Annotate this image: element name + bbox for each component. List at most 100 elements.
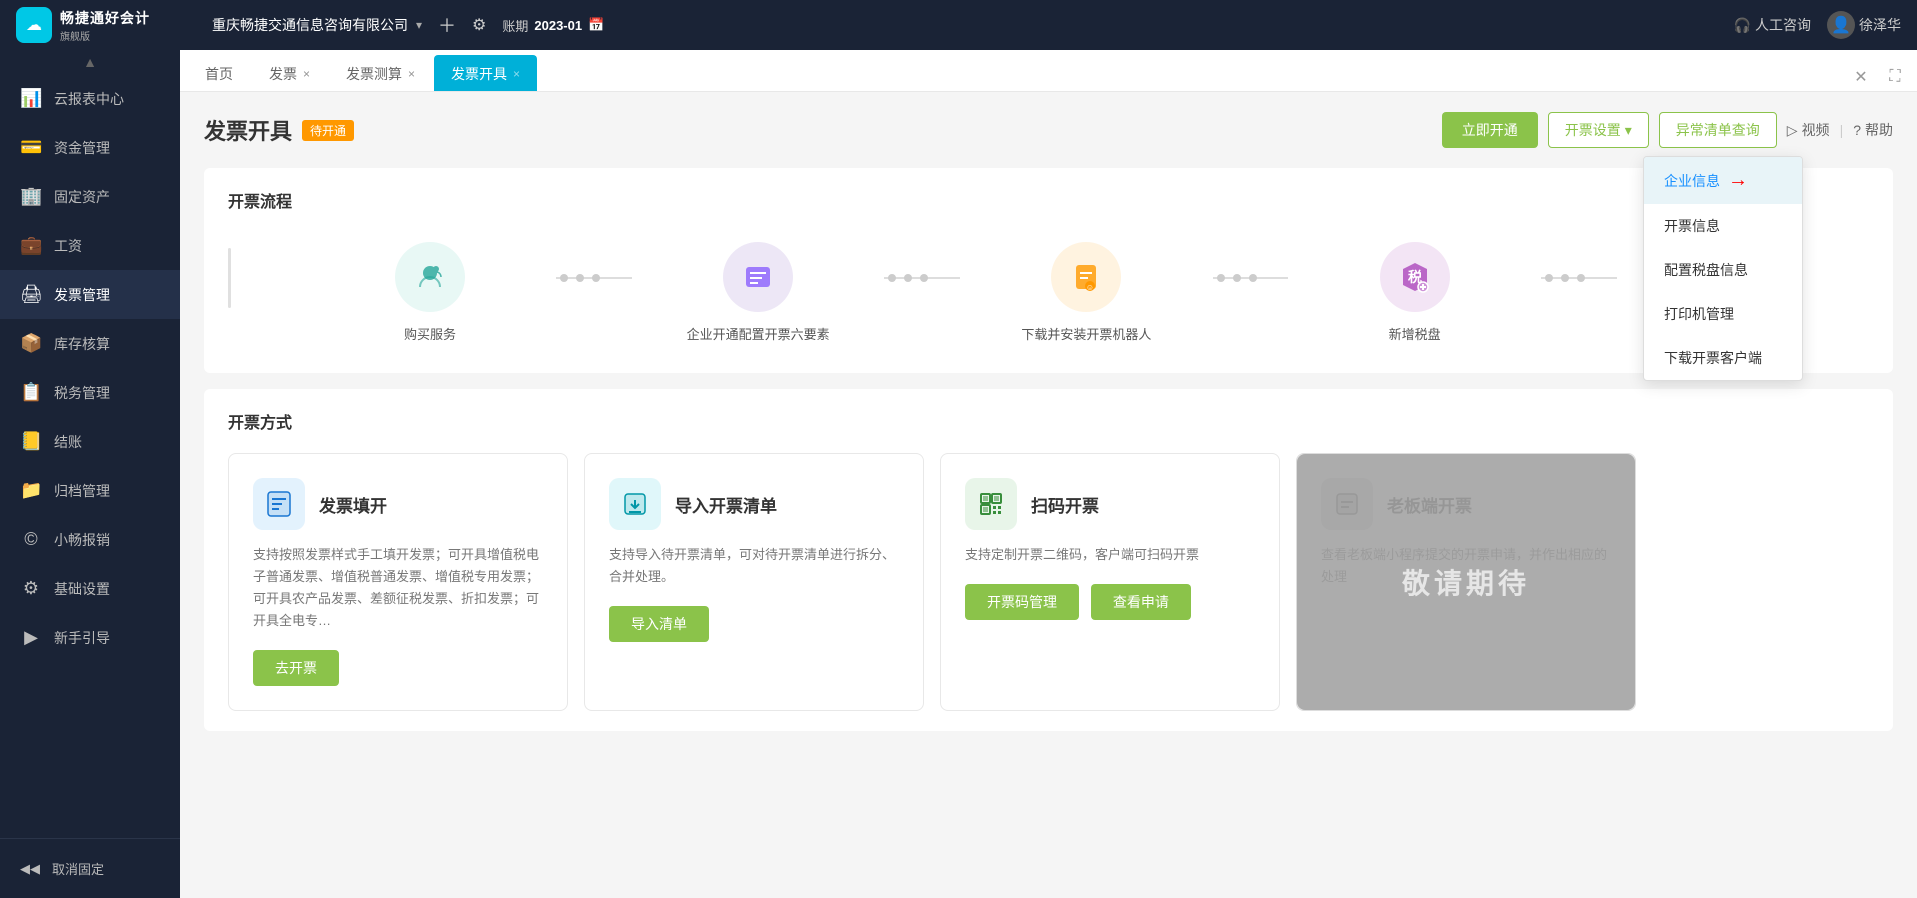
overlay-text: 敬请期待: [1402, 562, 1530, 602]
sidebar-item-cloud-report[interactable]: 📊 云报表中心: [0, 74, 180, 123]
sidebar-item-label: 基础设置: [54, 579, 110, 599]
tab-close-btn[interactable]: ✕: [1847, 63, 1875, 91]
divider: |: [1840, 122, 1844, 138]
sidebar-item-label: 税务管理: [54, 383, 110, 403]
sidebar-nav: 📊 云报表中心 💳 资金管理 🏢 固定资产 💼 工资 🖨 发票管理 📦 库存核算…: [0, 74, 180, 838]
flow-steps: 购买服务 企业开通配置开票六要素: [228, 232, 1869, 353]
invoice-settings-label: 开票设置: [1565, 120, 1621, 140]
user-profile[interactable]: 👤 徐泽华: [1827, 11, 1901, 39]
view-apply-btn[interactable]: 查看申请: [1091, 584, 1191, 620]
scan-manage-btn[interactable]: 开票码管理: [965, 584, 1079, 620]
tax-icon: 📋: [20, 382, 42, 403]
sidebar-bottom: ◀◀ 取消固定: [0, 838, 180, 898]
header-period: 账期 2023-01 📅: [502, 16, 604, 35]
salary-icon: 💼: [20, 235, 42, 256]
sidebar-item-report[interactable]: © 小畅报销: [0, 515, 180, 564]
fill-invoice-btn[interactable]: 去开票: [253, 650, 339, 686]
cancel-pin-btn[interactable]: ◀◀ 取消固定: [0, 849, 180, 888]
fill-invoice-icon: [253, 478, 305, 530]
status-badge: 待开通: [302, 120, 354, 141]
download-icon: ☺: [1051, 242, 1121, 312]
add-icon[interactable]: ＋: [438, 12, 456, 38]
settings-sidebar-icon: ⚙: [20, 578, 42, 599]
billing-section-title: 开票方式: [228, 409, 1869, 433]
flow-step-add-tax: 税 新增税盘: [1288, 242, 1540, 343]
sidebar-item-settings[interactable]: ⚙ 基础设置: [0, 564, 180, 613]
report-icon: ©: [20, 529, 42, 550]
sidebar-item-label: 小畅报销: [54, 530, 110, 550]
sidebar-item-invoice[interactable]: 🖨 发票管理: [0, 270, 180, 319]
tab-maximize-btn[interactable]: ⛶: [1881, 63, 1909, 91]
sidebar-item-salary[interactable]: 💼 工资: [0, 221, 180, 270]
sidebar-item-inventory[interactable]: 📦 库存核算: [0, 319, 180, 368]
period-value: 2023-01: [534, 18, 582, 33]
config-label: 企业开通配置开票六要素: [687, 324, 830, 343]
dropdown-item-tax-config[interactable]: 配置税盘信息: [1644, 248, 1802, 292]
flow-section-title: 开票流程: [228, 188, 1869, 212]
service-btn[interactable]: 🎧 人工咨询: [1734, 15, 1811, 35]
invoice-settings-btn[interactable]: 开票设置 ▾: [1548, 112, 1649, 148]
activate-btn[interactable]: 立即开通: [1442, 112, 1538, 148]
cancel-pin-label: 取消固定: [52, 859, 104, 878]
inventory-icon: 📦: [20, 333, 42, 354]
dropdown-item-printer[interactable]: 打印机管理: [1644, 292, 1802, 336]
flow-connector-1: [556, 277, 632, 309]
sidebar-item-accounts[interactable]: 📒 结账: [0, 417, 180, 466]
flow-step-buy-service: 购买服务: [304, 242, 556, 343]
tab-home-label: 首页: [205, 64, 233, 84]
tab-home[interactable]: 首页: [188, 55, 250, 91]
dropdown-item-invoice-info[interactable]: 开票信息: [1644, 204, 1802, 248]
fill-invoice-title: 发票填开: [319, 492, 387, 517]
billing-card-import-header: 导入开票清单: [609, 478, 899, 530]
help-btn[interactable]: ? 帮助: [1853, 120, 1893, 140]
sidebar-scroll-up[interactable]: ▲: [0, 50, 180, 74]
tab-invoice-open-label: 发票开具: [451, 64, 507, 84]
service-label: 人工咨询: [1755, 15, 1811, 35]
billing-cards: 发票填开 支持按照发票样式手工填开发票；可开具增值税电子普通发票、增值税普通发票…: [228, 453, 1869, 711]
settings-icon[interactable]: ⚙: [472, 15, 486, 35]
main-content: 发票开具 待开通 立即开通 开票设置 ▾ 异常清单查询 ▷ 视频 | ? 帮助: [180, 92, 1917, 898]
billing-card-fill-header: 发票填开: [253, 478, 543, 530]
logo-title: 畅捷通好会计: [60, 8, 150, 28]
tab-invoice-open-close[interactable]: ×: [513, 67, 520, 81]
page-title-row: 发票开具 待开通 立即开通 开票设置 ▾ 异常清单查询 ▷ 视频 | ? 帮助: [204, 112, 1893, 148]
top-header: ☁ 畅捷通好会计 旗舰版 重庆畅捷交通信息咨询有限公司 ▾ ＋ ⚙ 账期 202…: [0, 0, 1917, 50]
boss-overlay: 敬请期待: [1297, 454, 1635, 710]
sidebar-item-tax[interactable]: 📋 税务管理: [0, 368, 180, 417]
video-btn[interactable]: ▷ 视频: [1787, 120, 1830, 140]
config-icon: [723, 242, 793, 312]
import-invoice-desc: 支持导入待开票清单，可对待开票清单进行拆分、合并处理。: [609, 544, 899, 588]
dropdown-item-download-client[interactable]: 下载开票客户端: [1644, 336, 1802, 380]
sidebar-item-label: 归档管理: [54, 481, 110, 501]
tab-invoice-list[interactable]: 发票 ×: [252, 55, 327, 91]
tab-bar-actions: ✕ ⛶: [1847, 63, 1917, 91]
tab-invoice-calc-close[interactable]: ×: [408, 67, 415, 81]
calendar-icon[interactable]: 📅: [588, 17, 604, 33]
abnormal-list-btn[interactable]: 异常清单查询: [1659, 112, 1777, 148]
tab-invoice-open[interactable]: 发票开具 ×: [434, 55, 537, 91]
sidebar-item-fixed-assets[interactable]: 🏢 固定资产: [0, 172, 180, 221]
logo-subtitle: 旗舰版: [60, 28, 150, 43]
settings-dropdown-menu: 企业信息 → 开票信息 配置税盘信息 打印机管理 下载开票客户端: [1643, 156, 1803, 381]
play-icon: ▷: [1787, 122, 1798, 139]
guide-icon: ▶: [20, 627, 42, 648]
dropdown-item-label: 开票信息: [1664, 216, 1720, 236]
page-container: 发票开具 待开通 立即开通 开票设置 ▾ 异常清单查询 ▷ 视频 | ? 帮助: [180, 92, 1917, 898]
sidebar-item-funds[interactable]: 💳 资金管理: [0, 123, 180, 172]
dropdown-item-company-info[interactable]: 企业信息 →: [1644, 157, 1802, 204]
tab-invoice-list-close[interactable]: ×: [303, 67, 310, 81]
flow-connector-3: [1213, 277, 1289, 309]
sidebar-item-guide[interactable]: ▶ 新手引导: [0, 613, 180, 662]
sidebar-item-archive[interactable]: 📁 归档管理: [0, 466, 180, 515]
dropdown-item-label: 打印机管理: [1664, 304, 1734, 324]
add-tax-icon: 税: [1380, 242, 1450, 312]
tab-invoice-calc[interactable]: 发票测算 ×: [329, 55, 432, 91]
import-invoice-btn[interactable]: 导入清单: [609, 606, 709, 642]
logo-text: 畅捷通好会计 旗舰版: [60, 8, 150, 43]
period-label: 账期: [502, 16, 528, 35]
accounts-icon: 📒: [20, 431, 42, 452]
company-selector[interactable]: 重庆畅捷交通信息咨询有限公司 ▾: [196, 15, 438, 35]
flow-step-config: 企业开通配置开票六要素: [632, 242, 884, 343]
help-icon: ?: [1853, 122, 1861, 138]
sidebar-item-label: 发票管理: [54, 285, 110, 305]
